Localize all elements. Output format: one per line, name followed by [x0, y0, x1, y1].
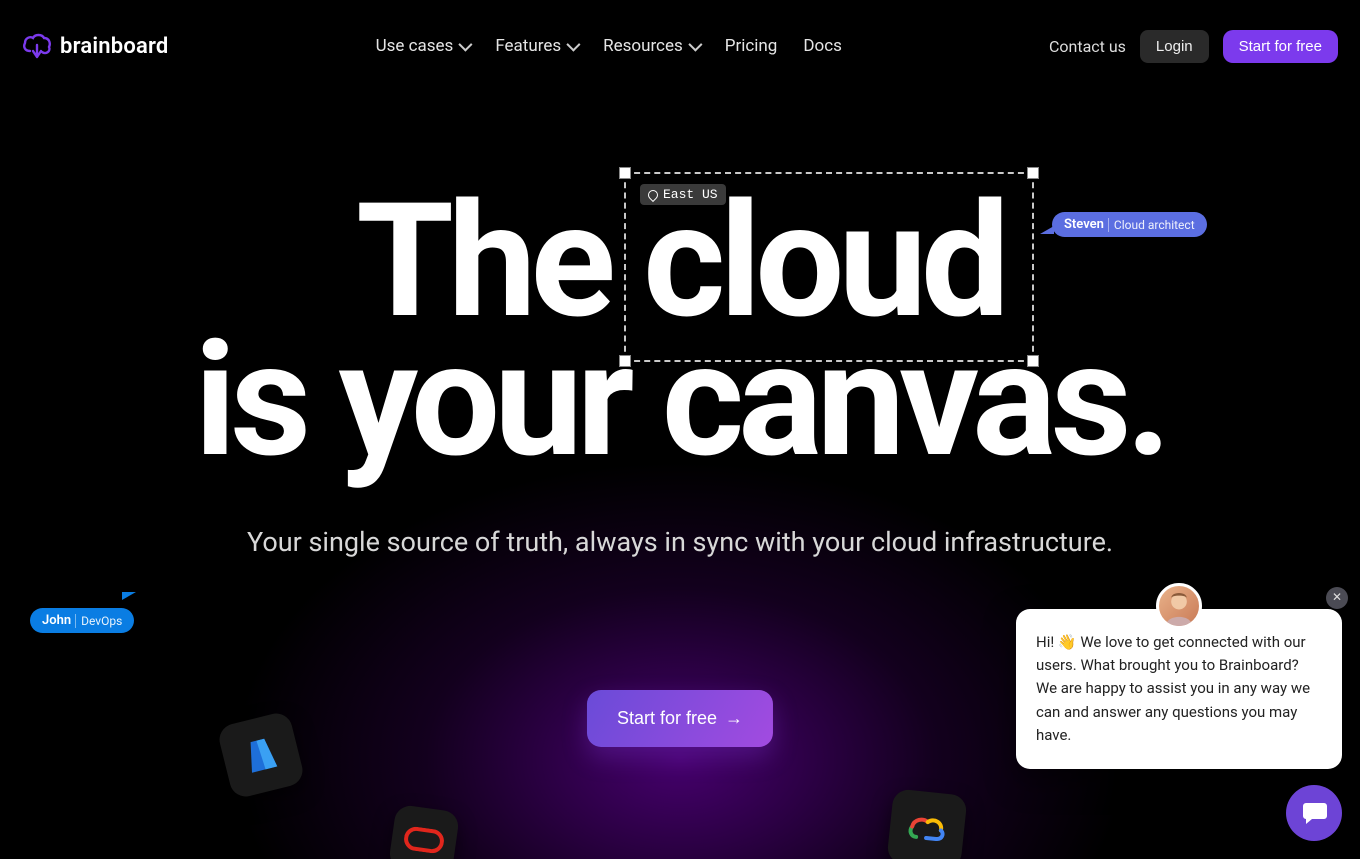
site-header: brainboard Use cases Features Resources …: [0, 0, 1360, 72]
nav-resources[interactable]: Resources: [603, 36, 699, 56]
arrow-right-icon: →: [725, 708, 743, 729]
chat-close-button[interactable]: ✕: [1326, 587, 1348, 609]
cursor-john-role: DevOps: [75, 614, 122, 628]
chevron-down-icon: [566, 38, 580, 52]
nav-pricing-label: Pricing: [725, 36, 778, 56]
cursor-john-name: John: [42, 613, 71, 628]
nav-use-cases[interactable]: Use cases: [376, 36, 470, 56]
chat-launcher-button[interactable]: [1286, 785, 1342, 841]
nav-features[interactable]: Features: [495, 36, 577, 56]
contact-link[interactable]: Contact us: [1049, 37, 1126, 56]
nav-pricing[interactable]: Pricing: [725, 36, 778, 56]
cloud-tile-azure: [216, 710, 306, 800]
hero-subtitle: Your single source of truth, always in s…: [0, 526, 1360, 558]
cursor-tag-john: John DevOps: [30, 608, 134, 633]
oracle-icon: [403, 825, 446, 854]
cloud-tile-oracle: [388, 804, 460, 859]
chat-message: Hi! 👋 We love to get connected with our …: [1036, 631, 1322, 747]
hero-start-free-button[interactable]: Start for free →: [587, 690, 773, 747]
cursor-pointer-icon: [122, 592, 136, 600]
start-free-button[interactable]: Start for free: [1223, 30, 1338, 63]
brand-logo[interactable]: brainboard: [22, 33, 168, 59]
azure-icon: [236, 730, 287, 781]
brainboard-cloud-icon: [22, 33, 52, 59]
brand-name: brainboard: [60, 34, 168, 59]
nav-docs-label: Docs: [803, 36, 842, 56]
header-actions: Contact us Login Start for free: [1049, 30, 1338, 63]
hero: The cloud is your canvas. Your single so…: [0, 192, 1360, 558]
chevron-down-icon: [688, 38, 702, 52]
chat-popup: ✕ Hi! 👋 We love to get connected with ou…: [1016, 609, 1342, 769]
nav-resources-label: Resources: [603, 36, 683, 56]
hero-title: The cloud is your canvas.: [0, 192, 1360, 470]
hero-cta-label: Start for free: [617, 708, 717, 729]
chevron-down-icon: [459, 38, 473, 52]
chat-avatar: [1156, 583, 1202, 629]
close-icon: ✕: [1332, 588, 1342, 607]
gcp-icon: [903, 808, 951, 850]
hero-title-line2: is your canvas.: [0, 331, 1360, 470]
nav-docs[interactable]: Docs: [803, 36, 842, 56]
hero-cta-wrap: Start for free →: [587, 690, 773, 747]
primary-nav: Use cases Features Resources Pricing Doc…: [376, 36, 842, 56]
login-button[interactable]: Login: [1140, 30, 1209, 63]
selection-handle: [1027, 167, 1039, 179]
chat-bubble-icon: [1300, 800, 1328, 826]
nav-use-cases-label: Use cases: [376, 36, 454, 56]
nav-features-label: Features: [495, 36, 561, 56]
cloud-tile-gcp: [886, 788, 967, 859]
